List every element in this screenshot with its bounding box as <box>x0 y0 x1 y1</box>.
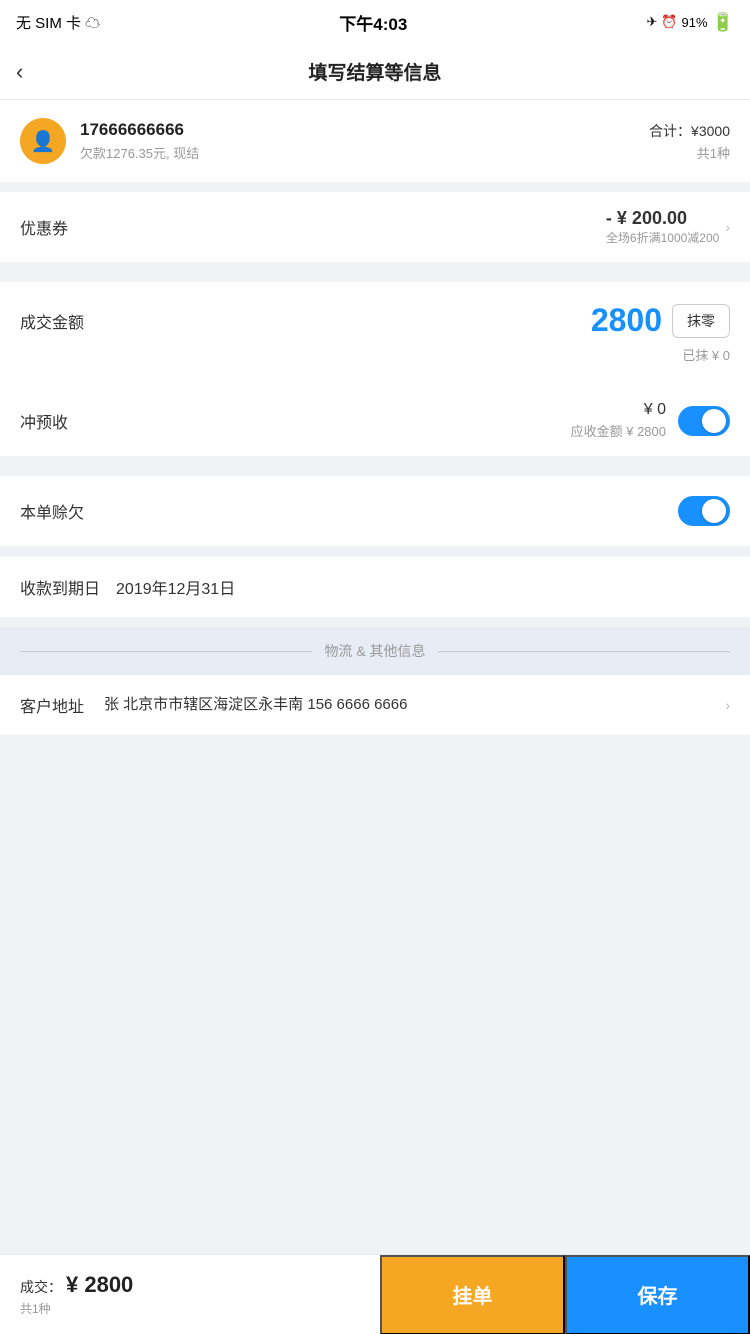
logistics-line-right <box>438 651 730 652</box>
coupon-discount: - ¥ 200.00 <box>606 208 719 229</box>
back-button[interactable]: ‹ <box>16 59 23 85</box>
coupon-detail: 全场6折满1000减200 <box>606 229 719 246</box>
customer-row: 👤 17666666666 欠款1276.35元, 现结 合计：¥3000 共1… <box>0 100 750 182</box>
logistics-text: 物流 & 其他信息 <box>324 641 425 661</box>
debt-label: 本单赊欠 <box>20 499 84 523</box>
battery-icon: 🔋 <box>712 12 734 33</box>
transaction-amount-right: 2800 抹零 <box>591 302 730 339</box>
prepayment-right: ¥ 0 应收金额 ¥ 2800 <box>571 401 730 440</box>
transaction-sub: 已抹 ¥ 0 <box>20 345 730 365</box>
status-bar: 无 SIM 卡 ☁ 下午4:03 ✈ ⏰ 91% 🔋 <box>0 0 750 44</box>
debt-toggle[interactable] <box>678 496 730 526</box>
footer-tx-label: 成交： <box>20 1277 62 1297</box>
transaction-section: 成交金额 2800 抹零 已抹 ¥ 0 <box>0 282 750 385</box>
prepayment-receivable: 应收金额 ¥ 2800 <box>571 421 666 440</box>
debt-section: 本单赊欠 <box>0 476 750 546</box>
address-label: 客户地址 <box>20 693 84 717</box>
footer-tx-line: 成交： ¥ 2800 <box>20 1272 360 1298</box>
location-icon: ✈ <box>646 14 657 30</box>
prepayment-label: 冲预收 <box>20 409 68 433</box>
logistics-separator: 物流 & 其他信息 <box>0 627 750 675</box>
nav-bar: ‹ 填写结算等信息 <box>0 44 750 100</box>
prepayment-toggle[interactable] <box>678 406 730 436</box>
status-left: 无 SIM 卡 ☁ <box>16 12 100 33</box>
separator-2 <box>0 456 750 466</box>
footer-tx-amount: ¥ 2800 <box>66 1272 133 1298</box>
coupon-info: - ¥ 200.00 全场6折满1000减200 <box>606 208 719 246</box>
duedate-section: 收款到期日 2019年12月31日 <box>0 556 750 617</box>
coupon-label: 优惠券 <box>20 215 68 239</box>
total-label: 合计：¥3000 <box>649 121 730 141</box>
no-sim-text: 无 SIM 卡 ☁ <box>16 12 100 33</box>
status-right: ✈ ⏰ 91% 🔋 <box>646 12 734 33</box>
save-button[interactable]: 保存 <box>565 1255 750 1334</box>
transaction-amount: 2800 <box>591 302 662 339</box>
hang-order-button[interactable]: 挂单 <box>380 1255 565 1334</box>
address-chevron-icon: › <box>725 697 730 713</box>
customer-phone: 17666666666 <box>80 120 199 140</box>
separator-1 <box>0 272 750 282</box>
address-value: 张 北京市市辖区海淀区永丰南 156 6666 6666 <box>104 694 725 717</box>
alarm-icon: ⏰ <box>661 14 677 30</box>
customer-left: 👤 17666666666 欠款1276.35元, 现结 <box>20 118 199 164</box>
content: 👤 17666666666 欠款1276.35元, 现结 合计：¥3000 共1… <box>0 100 750 835</box>
battery-text: 91% <box>682 15 708 30</box>
footer-info: 成交： ¥ 2800 共1种 <box>0 1272 380 1317</box>
bottom-spacer <box>0 735 750 835</box>
footer-bar: 成交： ¥ 2800 共1种 挂单 保存 <box>0 1254 750 1334</box>
address-section[interactable]: 客户地址 张 北京市市辖区海淀区永丰南 156 6666 6666 › <box>0 675 750 735</box>
coupon-right: - ¥ 200.00 全场6折满1000减200 › <box>606 208 730 246</box>
customer-right: 合计：¥3000 共1种 <box>649 121 730 162</box>
transaction-sub-text: 已抹 ¥ 0 <box>682 348 730 363</box>
coupon-row[interactable]: 优惠券 - ¥ 200.00 全场6折满1000减200 › <box>0 192 750 262</box>
avatar-icon: 👤 <box>31 129 56 154</box>
customer-sub-info: 欠款1276.35元, 现结 <box>80 143 199 162</box>
transaction-row: 成交金额 2800 抹零 <box>20 302 730 339</box>
status-time: 下午4:03 <box>339 10 407 35</box>
nav-title: 填写结算等信息 <box>308 58 441 85</box>
prepayment-section: 冲预收 ¥ 0 应收金额 ¥ 2800 <box>0 385 750 456</box>
duedate-label: 收款到期日 <box>20 575 100 599</box>
prepayment-amount: ¥ 0 <box>571 401 666 419</box>
total-count: 共1种 <box>649 143 730 162</box>
avatar: 👤 <box>20 118 66 164</box>
prepayment-amounts: ¥ 0 应收金额 ¥ 2800 <box>571 401 666 440</box>
transaction-label: 成交金额 <box>20 309 84 333</box>
duedate-value: 2019年12月31日 <box>116 575 235 599</box>
round-zero-button[interactable]: 抹零 <box>672 304 730 338</box>
customer-info: 17666666666 欠款1276.35元, 现结 <box>80 120 199 162</box>
coupon-chevron-icon: › <box>725 219 730 235</box>
footer-tx-count: 共1种 <box>20 1300 360 1317</box>
logistics-line-left <box>20 651 312 652</box>
